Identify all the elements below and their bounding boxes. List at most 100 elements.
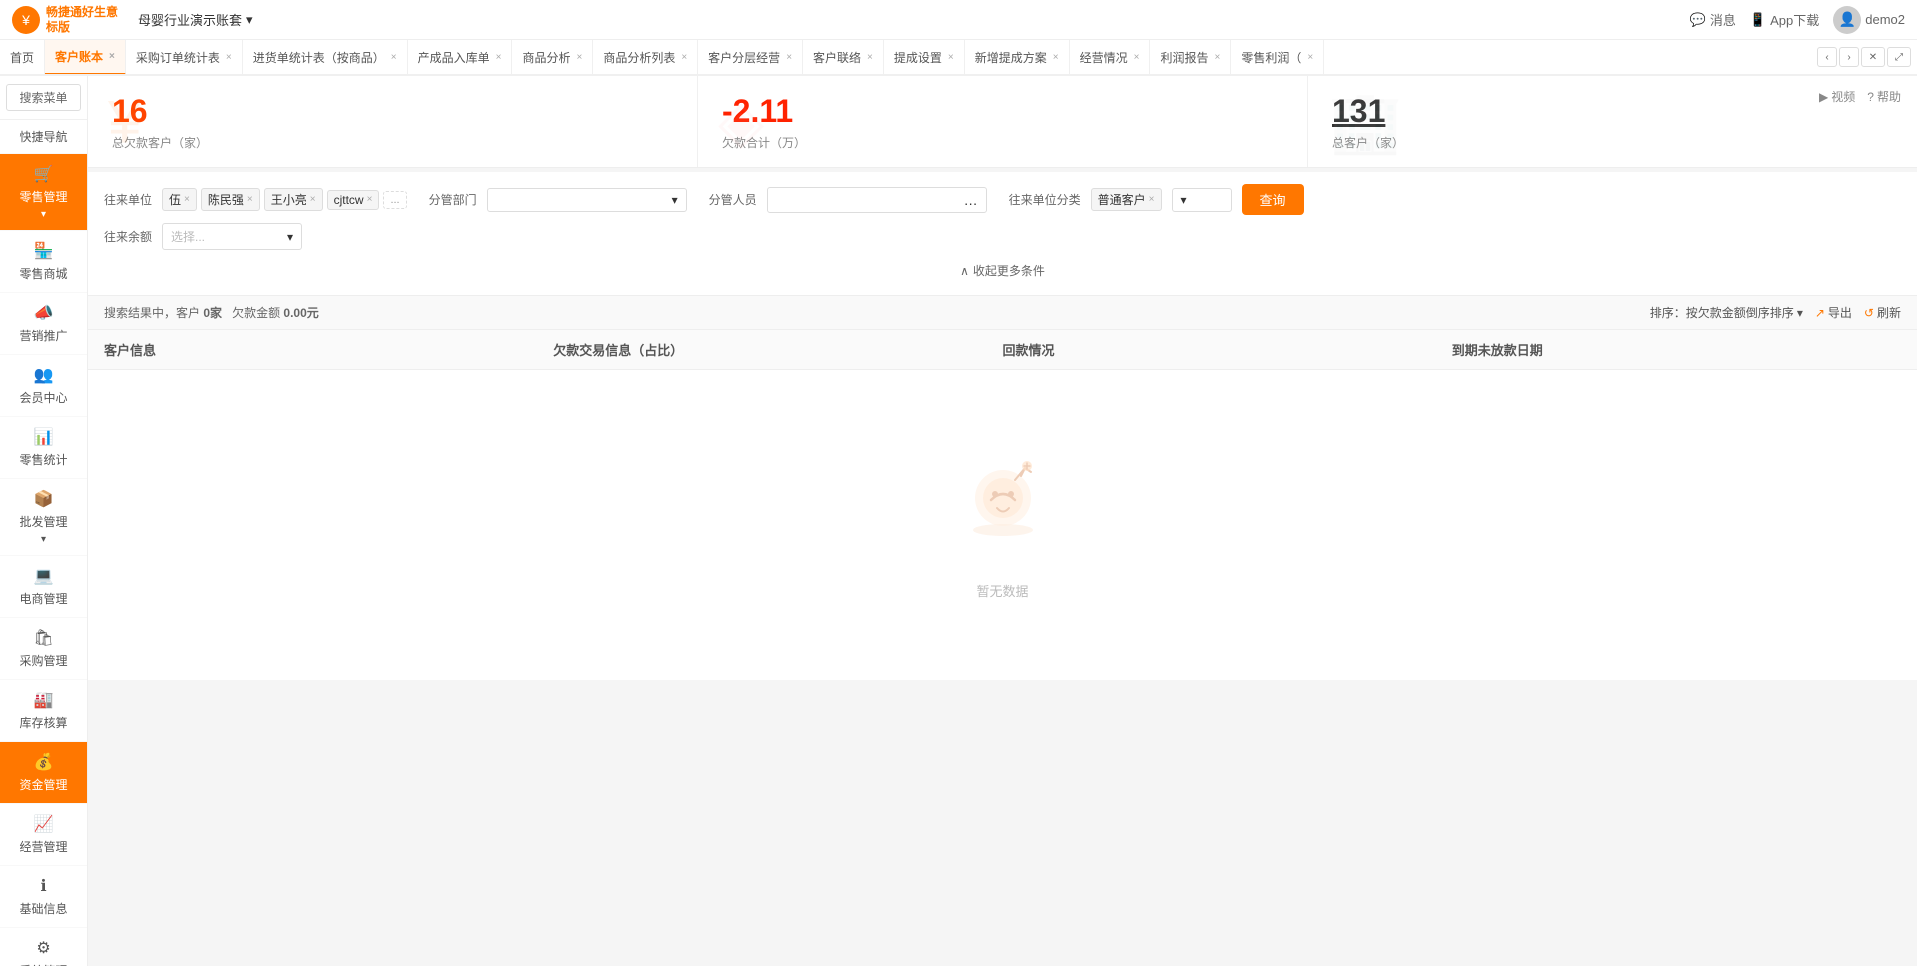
tab-close-keben[interactable]: × bbox=[109, 51, 115, 62]
sidebar-item-zijin[interactable]: 💰 资金管理 bbox=[0, 742, 87, 804]
filter-tag-putong: 普通客户 × bbox=[1091, 188, 1162, 211]
yingxiao-icon: 📣 bbox=[34, 303, 54, 323]
sidebar-item-xitong[interactable]: ⚙ 系统管理 bbox=[0, 928, 87, 966]
tab-close-ticheng[interactable]: × bbox=[948, 52, 954, 63]
sidebar: 搜索菜单 快捷导航 🛒 零售管理 ▾ 🏪 零售商城 📣 营销推广 👥 会员中心 … bbox=[0, 76, 88, 966]
tab-close-kehu-lian[interactable]: × bbox=[867, 52, 873, 63]
dept-filter-select[interactable]: ▾ bbox=[487, 188, 687, 212]
sidebar-item-kucun[interactable]: 🏭 库存核算 bbox=[0, 680, 87, 742]
tab-close-kehu-fen[interactable]: × bbox=[786, 52, 792, 63]
xitong-icon: ⚙ bbox=[36, 938, 50, 958]
balance-filter-select[interactable]: 选择... ▾ bbox=[162, 223, 302, 250]
unit-class-label: 往来单位分类 bbox=[1009, 191, 1081, 208]
sort-button[interactable]: 排序：按欠款金额倒序排序 ▾ bbox=[1650, 304, 1803, 321]
collapse-icon: ∧ bbox=[960, 264, 969, 278]
kucun-icon: 🏭 bbox=[34, 690, 54, 710]
nav-max-button[interactable]: ⤢ bbox=[1887, 47, 1911, 67]
unit-class-select[interactable]: ▾ bbox=[1172, 188, 1232, 212]
person-filter-select[interactable]: … bbox=[767, 187, 987, 213]
balance-filter-label: 往来余额 bbox=[104, 228, 152, 245]
tab-keben[interactable]: 客户账本 × bbox=[45, 40, 126, 75]
tag-close-cjttcw[interactable]: × bbox=[367, 194, 373, 205]
sidebar-item-jichu[interactable]: ℹ 基础信息 bbox=[0, 866, 87, 928]
card-top-actions: ▶ 视频 ? 帮助 bbox=[1819, 88, 1901, 105]
export-icon: ↗ bbox=[1815, 306, 1825, 320]
lingshouguan-icon: 🛒 bbox=[34, 164, 54, 184]
result-bar: 搜索结果中，客户 0家 欠款金额 0.00元 排序：按欠款金额倒序排序 ▾ ↗ … bbox=[88, 296, 1917, 330]
dept-chevron-icon: ▾ bbox=[672, 193, 678, 207]
tab-kehu-lian[interactable]: 客户联络 × bbox=[803, 40, 884, 75]
nav-close-all-button[interactable]: ✕ bbox=[1861, 47, 1885, 67]
tab-close-lingshouliru[interactable]: × bbox=[1307, 52, 1313, 63]
main-layout: 搜索菜单 快捷导航 🛒 零售管理 ▾ 🏪 零售商城 📣 营销推广 👥 会员中心 … bbox=[0, 76, 1917, 966]
export-button[interactable]: ↗ 导出 bbox=[1815, 304, 1852, 321]
tab-jingying[interactable]: 经营情况 × bbox=[1070, 40, 1151, 75]
summary-card-debt: ◈ -2.11 欠款合计（万） bbox=[697, 76, 1307, 167]
refresh-button[interactable]: ↺ 刷新 bbox=[1864, 304, 1901, 321]
nav-next-button[interactable]: › bbox=[1839, 47, 1859, 67]
sidebar-item-jingying[interactable]: 📈 经营管理 bbox=[0, 804, 87, 866]
tab-chengpin[interactable]: 产成品入库单 × bbox=[408, 40, 513, 75]
sort-icon: ▾ bbox=[1797, 306, 1803, 320]
tag-close-chenminqiang[interactable]: × bbox=[247, 194, 253, 205]
sidebar-quick-nav[interactable]: 快捷导航 bbox=[0, 120, 87, 154]
tag-close-putong[interactable]: × bbox=[1149, 194, 1155, 205]
more-tags-button[interactable]: ... bbox=[383, 191, 406, 209]
tab-close-shangpin[interactable]: × bbox=[576, 52, 582, 63]
sidebar-item-diansang[interactable]: 💻 电商管理 bbox=[0, 556, 87, 618]
tab-shangpin[interactable]: 商品分析 × bbox=[512, 40, 593, 75]
search-menu-button[interactable]: 搜索菜单 bbox=[6, 84, 81, 111]
query-button[interactable]: 查询 bbox=[1242, 184, 1304, 215]
expand-icon: ▾ bbox=[41, 209, 46, 220]
collapse-button[interactable]: ∧ 收起更多条件 bbox=[952, 258, 1053, 283]
tab-ticheng[interactable]: 提成设置 × bbox=[884, 40, 965, 75]
top-bar-right: 💬 消息 📱 App下载 👤 demo2 bbox=[1690, 6, 1905, 34]
tab-xin-ticheng[interactable]: 新增提成方案 × bbox=[965, 40, 1070, 75]
sidebar-item-yingxiao[interactable]: 📣 营销推广 bbox=[0, 293, 87, 355]
tab-lirun[interactable]: 利润报告 × bbox=[1150, 40, 1231, 75]
tab-close-lirun[interactable]: × bbox=[1214, 52, 1220, 63]
chevron-down-icon: ▾ bbox=[246, 12, 253, 28]
tag-close-wu[interactable]: × bbox=[184, 194, 190, 205]
video-icon: ▶ bbox=[1819, 90, 1828, 104]
tab-kehu-fen[interactable]: 客户分层经营 × bbox=[698, 40, 803, 75]
nav-prev-button[interactable]: ‹ bbox=[1817, 47, 1837, 67]
sidebar-item-lingshouguan[interactable]: 🛒 零售管理 ▾ bbox=[0, 154, 87, 231]
result-summary: 搜索结果中，客户 0家 欠款金额 0.00元 bbox=[104, 304, 319, 321]
sidebar-item-lingshao-shang[interactable]: 🏪 零售商城 bbox=[0, 231, 87, 293]
video-button[interactable]: ▶ 视频 bbox=[1819, 88, 1855, 105]
empty-text: 暂无数据 bbox=[976, 581, 1028, 600]
tab-close-jingying[interactable]: × bbox=[1134, 52, 1140, 63]
filter-row-1: 往来单位 伍 × 陈民强 × 王小亮 × cjttcw bbox=[104, 184, 1901, 215]
sidebar-item-caigou[interactable]: 🛍 采购管理 bbox=[0, 618, 87, 680]
sidebar-item-lingshao-tong[interactable]: 📊 零售统计 bbox=[0, 417, 87, 479]
col-customer: 客户信息 bbox=[104, 340, 553, 359]
tag-close-wangxiaoliang[interactable]: × bbox=[310, 194, 316, 205]
message-button[interactable]: 💬 消息 bbox=[1690, 10, 1736, 29]
tab-caigou[interactable]: 采购订单统计表 × bbox=[126, 40, 243, 75]
user-avatar-button[interactable]: 👤 demo2 bbox=[1833, 6, 1905, 34]
sidebar-item-pifa[interactable]: 📦 批发管理 ▾ bbox=[0, 479, 87, 556]
tab-close-caigou[interactable]: × bbox=[226, 52, 232, 63]
card1-bg-icon: ¥ bbox=[108, 87, 141, 156]
app-download-button[interactable]: 📱 App下载 bbox=[1750, 10, 1819, 29]
person-filter-label: 分管人员 bbox=[709, 191, 757, 208]
result-bar-right: 排序：按欠款金额倒序排序 ▾ ↗ 导出 ↺ 刷新 bbox=[1650, 304, 1901, 321]
huiyuan-icon: 👥 bbox=[34, 365, 54, 385]
tab-shangpin-list[interactable]: 商品分析列表 × bbox=[593, 40, 698, 75]
tab-jinhuo[interactable]: 进货单统计表（按商品） × bbox=[243, 40, 408, 75]
dept-filter-label: 分管部门 bbox=[429, 191, 477, 208]
store-selector[interactable]: 母婴行业演示账套 ▾ bbox=[138, 10, 253, 29]
help-button[interactable]: ? 帮助 bbox=[1867, 88, 1901, 105]
filter-tag-wangxiaoliang: 王小亮 × bbox=[264, 188, 323, 211]
tab-close-shangpin-list[interactable]: × bbox=[681, 52, 687, 63]
tab-lingshouliru[interactable]: 零售利润（ × bbox=[1231, 40, 1324, 75]
tab-close-xin-ticheng[interactable]: × bbox=[1053, 52, 1059, 63]
tab-close-chengpin[interactable]: × bbox=[496, 52, 502, 63]
filter-tag-wu: 伍 × bbox=[162, 188, 197, 211]
sidebar-item-huiyuan[interactable]: 👥 会员中心 bbox=[0, 355, 87, 417]
tab-close-jinhuo[interactable]: × bbox=[391, 52, 397, 63]
tab-home[interactable]: 首页 bbox=[0, 40, 45, 75]
balance-chevron-icon: ▾ bbox=[287, 230, 293, 244]
logo-text: 畅捷通好生意 标版 bbox=[46, 5, 118, 34]
